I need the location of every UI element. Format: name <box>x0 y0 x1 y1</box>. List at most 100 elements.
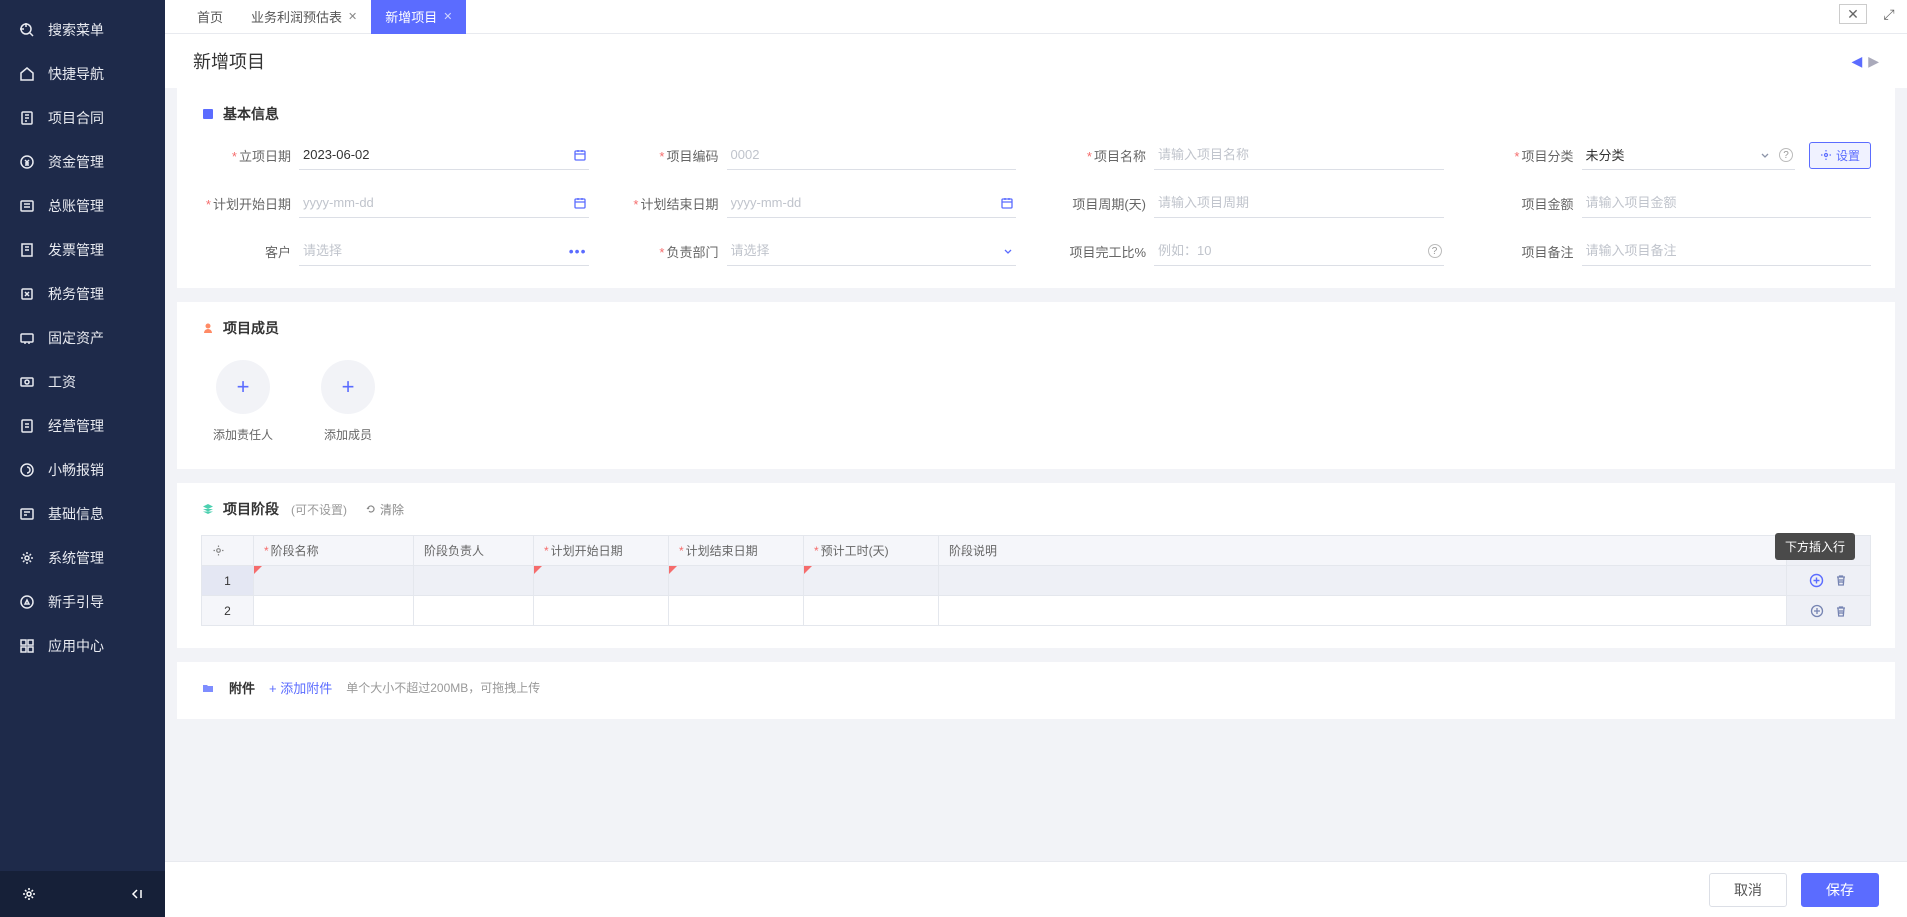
help-icon[interactable]: ? <box>1428 244 1442 258</box>
cell-phase-start[interactable] <box>534 596 669 626</box>
more-icon[interactable]: ••• <box>569 243 587 259</box>
close-icon[interactable]: ✕ <box>443 10 452 23</box>
calendar-icon[interactable] <box>573 196 587 210</box>
window-expand-button[interactable]: ⤢ <box>1875 4 1903 24</box>
cell-phase-end[interactable] <box>669 566 804 596</box>
sidebar-item-invoice[interactable]: 发票管理 <box>0 228 165 272</box>
cell-phase-owner[interactable] <box>414 596 534 626</box>
cell-phase-end[interactable] <box>669 596 804 626</box>
tab-label: 业务利润预估表 <box>251 7 342 26</box>
sidebar-item-basicinfo[interactable]: 基础信息 <box>0 492 165 536</box>
app-center-icon <box>18 637 36 655</box>
input-plan-end[interactable] <box>727 188 1017 218</box>
sidebar-item-label: 发票管理 <box>48 240 104 260</box>
row-number: 1 <box>202 566 254 596</box>
delete-row-icon[interactable] <box>1834 573 1848 588</box>
col-phase-start: *计划开始日期 <box>534 536 669 566</box>
input-amount[interactable] <box>1582 188 1872 218</box>
sidebar-item-contract[interactable]: 项目合同 <box>0 96 165 140</box>
next-record-icon[interactable]: ▶ <box>1868 53 1879 70</box>
add-owner-label: 添加责任人 <box>213 426 273 443</box>
input-create-date[interactable] <box>299 140 589 170</box>
input-progress[interactable] <box>1154 236 1444 266</box>
label-customer: 客户 <box>201 242 299 261</box>
cell-phase-hours[interactable] <box>804 566 939 596</box>
collapse-icon[interactable] <box>127 885 145 903</box>
attach-hint: 单个大小不超过200MB，可拖拽上传 <box>346 679 540 696</box>
sidebar-item-label: 税务管理 <box>48 284 104 304</box>
content-scroll[interactable]: 基本信息 *立项日期 *项目编码 <box>165 88 1907 861</box>
sidebar-item-guide[interactable]: 新手引导 <box>0 580 165 624</box>
add-attachment-button[interactable]: + 添加附件 <box>269 678 332 697</box>
asset-icon <box>18 329 36 347</box>
prev-record-icon[interactable]: ◀ <box>1851 53 1862 70</box>
label-dept: *负责部门 <box>629 242 727 261</box>
sidebar-item-system[interactable]: 系统管理 <box>0 536 165 580</box>
sidebar-item-reimburse[interactable]: 小畅报销 <box>0 448 165 492</box>
insert-row-below-icon[interactable] <box>1810 604 1824 618</box>
tab-home[interactable]: 首页 <box>183 0 237 34</box>
footer-bar: 取消 保存 <box>165 861 1907 917</box>
table-row[interactable]: 2 <box>202 596 1871 626</box>
cell-phase-desc[interactable] <box>939 596 1787 626</box>
document-icon <box>18 109 36 127</box>
delete-row-icon[interactable] <box>1834 604 1848 618</box>
tab-new-project[interactable]: 新增项目 ✕ <box>371 0 466 34</box>
phase-clear-button[interactable]: 清除 <box>365 501 404 518</box>
sidebar-item-tax[interactable]: 税务管理 <box>0 272 165 316</box>
input-code[interactable] <box>727 140 1017 170</box>
main: ✕ ⤢ 首页 业务利润预估表 ✕ 新增项目 ✕ 新增项目 ◀ ▶ <box>165 0 1907 917</box>
calendar-icon[interactable] <box>1000 196 1014 210</box>
insert-row-tooltip: 下方插入行 <box>1775 533 1855 560</box>
tabs: 首页 业务利润预估表 ✕ 新增项目 ✕ <box>165 0 1907 34</box>
sidebar-item-funds[interactable]: 资金管理 <box>0 140 165 184</box>
basic-info-card: 基本信息 *立项日期 *项目编码 <box>177 88 1895 288</box>
field-customer: 客户 ••• <box>201 236 589 266</box>
input-name[interactable] <box>1154 140 1444 170</box>
close-icon[interactable]: ✕ <box>348 10 357 23</box>
save-button[interactable]: 保存 <box>1801 873 1879 907</box>
select-dept[interactable] <box>727 236 1017 266</box>
sidebar-item-search[interactable]: 搜索菜单 <box>0 8 165 52</box>
compass-icon <box>18 593 36 611</box>
select-customer[interactable] <box>299 236 589 266</box>
input-period[interactable] <box>1154 188 1444 218</box>
cell-phase-owner[interactable] <box>414 566 534 596</box>
settings-icon[interactable] <box>20 885 38 903</box>
cell-phase-hours[interactable] <box>804 596 939 626</box>
money-icon <box>18 153 36 171</box>
input-plan-start[interactable] <box>299 188 589 218</box>
field-progress: 项目完工比% ? <box>1056 236 1444 266</box>
category-settings-button[interactable]: 设置 <box>1809 142 1871 169</box>
sidebar-item-ledger[interactable]: 总账管理 <box>0 184 165 228</box>
add-member-button[interactable]: + 添加成员 <box>321 360 375 443</box>
sidebar: 搜索菜单 快捷导航 项目合同 资金管理 总账管理 发票管理 税务管理 固定资产 <box>0 0 165 917</box>
add-owner-button[interactable]: + 添加责任人 <box>213 360 273 443</box>
sidebar-item-apps[interactable]: 应用中心 <box>0 624 165 668</box>
record-nav: ◀ ▶ <box>1851 53 1879 70</box>
form-icon <box>201 107 215 121</box>
calendar-icon[interactable] <box>573 148 587 162</box>
column-config-button[interactable] <box>202 536 254 566</box>
cancel-button[interactable]: 取消 <box>1709 873 1787 907</box>
chevron-down-icon[interactable]: ? <box>1759 148 1793 162</box>
phase-optional-note: (可不设置) <box>291 501 347 518</box>
sidebar-item-asset[interactable]: 固定资产 <box>0 316 165 360</box>
insert-row-below-icon[interactable] <box>1809 573 1824 588</box>
help-icon[interactable]: ? <box>1779 148 1793 162</box>
sidebar-item-salary[interactable]: 工资 <box>0 360 165 404</box>
cell-phase-start[interactable] <box>534 566 669 596</box>
window-close-button[interactable]: ✕ <box>1839 4 1867 24</box>
cell-phase-name[interactable] <box>254 596 414 626</box>
sidebar-item-quicknav[interactable]: 快捷导航 <box>0 52 165 96</box>
chevron-down-icon[interactable] <box>1002 245 1014 257</box>
table-row[interactable]: 1 <box>202 566 1871 596</box>
input-remark[interactable] <box>1582 236 1872 266</box>
sidebar-item-label: 项目合同 <box>48 108 104 128</box>
col-phase-name: *阶段名称 <box>254 536 414 566</box>
cell-phase-name[interactable] <box>254 566 414 596</box>
sidebar-item-label: 系统管理 <box>48 548 104 568</box>
cell-phase-desc[interactable] <box>939 566 1787 596</box>
tab-profit-estimate[interactable]: 业务利润预估表 ✕ <box>237 0 371 34</box>
sidebar-item-business[interactable]: 经营管理 <box>0 404 165 448</box>
